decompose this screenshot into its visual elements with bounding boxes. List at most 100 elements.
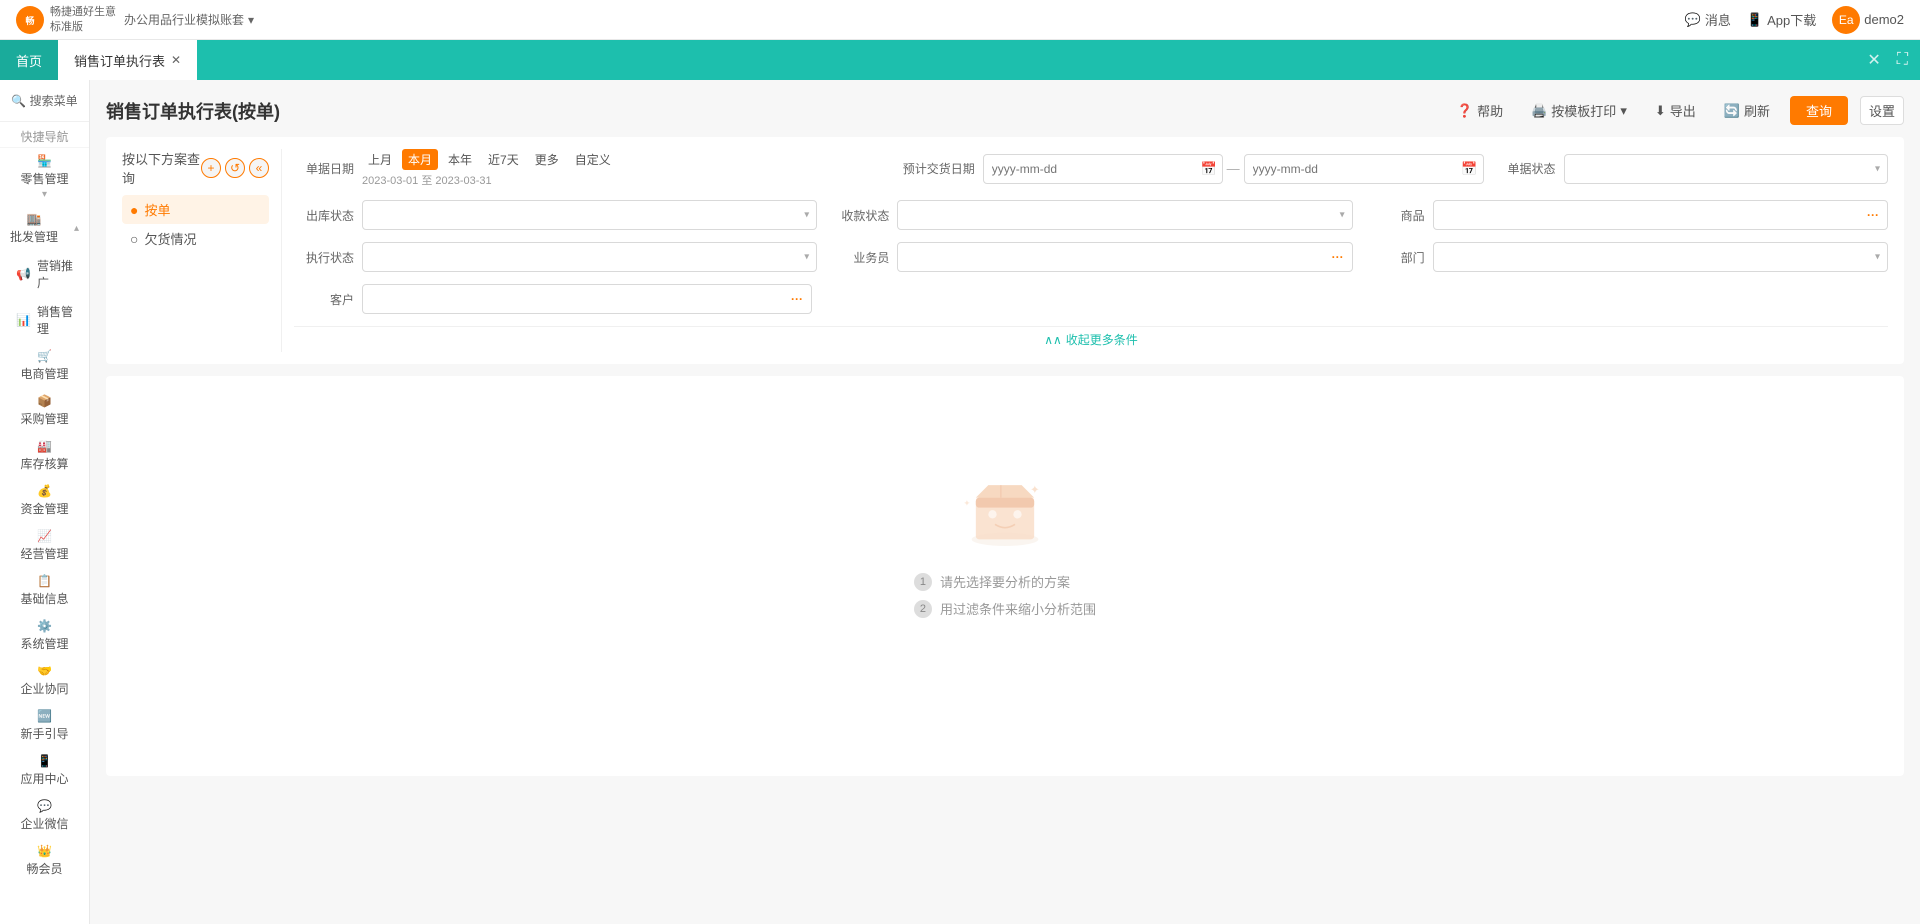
sidebar-item-sales[interactable]: 📊 销售管理 [0,297,89,343]
wholesale-expand-icon: ▴ [74,223,79,234]
filter-layout: 按以下方案查询 + ↺ « [122,149,1888,352]
empty-state: ✦ ✦ 1 请先选择要分析的方案 2 用过滤条件来缩小分析范围 [106,376,1904,698]
ecommerce-icon: 🛒 [37,349,52,363]
help-button[interactable]: ❓ 帮助 [1449,97,1511,124]
quick-date-last-month[interactable]: 上月 [362,149,398,170]
sidebar-item-enterprise-collab[interactable]: 🤝 企业协同 [0,658,89,703]
finance-icon: 💰 [37,484,52,498]
refresh-scheme-button[interactable]: ↺ [225,158,245,178]
date-separator: — [1227,161,1240,176]
payment-select[interactable] [897,200,1352,230]
sidebar-item-wholesale[interactable]: 🏬 批发管理 ▴ [0,206,89,251]
sidebar-item-app-center[interactable]: 📱 应用中心 [0,748,89,793]
export-icon: ⬇ [1655,103,1666,119]
date-range-display: 2023-03-01 至 2023-03-31 [362,172,883,188]
sidebar-item-marketing[interactable]: 📢 营销推广 [0,251,89,297]
filter-sidebar-header: 按以下方案查询 + ↺ « [122,149,269,187]
logo-text: 畅捷通好生意 标准版 [50,5,116,34]
nav-arrow-icon: ▾ [248,13,254,27]
expected-date-to-input[interactable] [1244,154,1484,184]
expected-date-label: 预计交货日期 [895,160,975,177]
inventory-icon: 🏭 [37,439,52,453]
tab-maximize-icon[interactable]: ⛶ [1893,47,1912,73]
quick-date-7days[interactable]: 近7天 [482,149,525,170]
nav-path[interactable]: 办公用品行业模拟账套 ▾ [124,11,254,28]
retail-expand-icon: ▾ [42,189,47,200]
sidebar-item-finance[interactable]: 💰 资金管理 [0,478,89,523]
exec-select[interactable] [362,242,817,272]
content-area: 销售订单执行表(按单) ❓ 帮助 🖨️ 按模板打印 ▾ ⬇ 导出 [90,80,1920,924]
goods-select-button[interactable]: ··· [1433,200,1888,230]
top-header: 畅 畅捷通好生意 标准版 办公用品行业模拟账套 ▾ 💬 消息 📱 App下载 E… [0,0,1920,40]
sidebar-item-system[interactable]: ⚙️ 系统管理 [0,613,89,658]
filter-payment-field: 收款状态 ▾ [829,200,1352,230]
add-scheme-button[interactable]: + [201,158,221,178]
collapse-bar[interactable]: ∧∧ 收起更多条件 [294,326,1888,352]
header-right: 💬 消息 📱 App下载 Ea demo2 [1685,6,1904,34]
sidebar-item-enterprise-wechat[interactable]: 💬 企业微信 [0,793,89,838]
scheme-active-icon: ● [130,202,138,218]
tab-home-label: 首页 [16,51,42,70]
expected-date-from-input[interactable] [983,154,1223,184]
wholesale-icon: 🏬 [27,212,42,226]
message-button[interactable]: 💬 消息 [1685,10,1731,29]
filter-row-3: 执行状态 ▾ 业务员 [294,242,1888,272]
sidebar-item-inventory[interactable]: 🏭 库存核算 [0,433,89,478]
payment-label: 收款状态 [829,207,889,224]
tab-home[interactable]: 首页 [0,40,58,80]
order-status-label: 单据状态 [1496,160,1556,177]
help-icon: ❓ [1457,103,1473,119]
sidebar-item-new-guide[interactable]: 🆕 新手引导 [0,703,89,748]
sidebar-item-purchase[interactable]: 📦 采购管理 [0,388,89,433]
print-arrow-icon: ▾ [1620,103,1627,119]
sidebar-item-operations[interactable]: 📈 经营管理 [0,523,89,568]
quick-date-this-month[interactable]: 本月 [402,149,438,170]
filter-order-status-field: 单据状态 ▾ [1496,154,1889,184]
sidebar-item-member[interactable]: 👑 畅会员 [0,838,89,883]
logo-icon: 畅 [16,6,44,34]
scheme-item-by-order[interactable]: ● 按单 [122,195,269,224]
template-print-button[interactable]: 🖨️ 按模板打印 ▾ [1523,97,1635,124]
exec-label: 执行状态 [294,249,354,266]
dept-select[interactable] [1433,242,1888,272]
collapse-up-icon: ∧∧ [1044,333,1062,347]
expected-date-to-wrap: 📅 [1244,154,1484,184]
tab-bar: 首页 销售订单执行表 ✕ ✕ ⛶ [0,40,1920,80]
quick-date-custom[interactable]: 自定义 [569,149,617,170]
tab-close-window-icon[interactable]: ✕ [1863,46,1884,74]
user-profile[interactable]: Ea demo2 [1832,6,1904,34]
app-download-button[interactable]: 📱 App下载 [1747,10,1816,29]
scheme-item-shortage[interactable]: ○ 欠货情况 [122,224,269,253]
logo-area: 畅 畅捷通好生意 标准版 [16,5,116,34]
payment-select-wrap: ▾ [897,200,1352,230]
sidebar-item-basic-info[interactable]: 📋 基础信息 [0,568,89,613]
sidebar-item-ecommerce[interactable]: 🛒 电商管理 [0,343,89,388]
collapse-scheme-button[interactable]: « [249,158,269,178]
order-status-select-wrap: ▾ [1564,154,1889,184]
filter-row-4: 客户 ··· [294,284,1888,314]
wechat-icon: 💬 [37,799,52,813]
refresh-button[interactable]: 🔄 刷新 [1716,97,1778,124]
order-status-select[interactable] [1564,154,1889,184]
filter-row-1: 单据日期 上月 本月 本年 近7天 更多 [294,149,1888,188]
settings-button[interactable]: 设置 [1860,96,1904,125]
main-layout: 🔍 搜索菜单 快捷导航 🏪 零售管理 ▾ 🏬 批发管理 ▴ 📢 营销推广 📊 [0,80,1920,924]
search-menu-button[interactable]: 🔍 搜索菜单 [8,88,81,113]
quick-date-more[interactable]: 更多 [529,149,565,170]
scheme-inactive-icon: ○ [130,231,138,247]
tab-close-icon[interactable]: ✕ [171,53,181,67]
salesperson-select-button[interactable]: ··· [897,242,1352,272]
filter-customer-field: 客户 ··· [294,284,812,314]
customer-label: 客户 [294,291,354,308]
tab-sales-order[interactable]: 销售订单执行表 ✕ [58,40,197,80]
query-button[interactable]: 查询 [1790,96,1848,125]
export-button[interactable]: ⬇ 导出 [1647,97,1704,124]
quick-date-this-year[interactable]: 本年 [442,149,478,170]
sidebar-item-retail[interactable]: 🏪 零售管理 ▾ [0,148,89,206]
exec-select-wrap: ▾ [362,242,817,272]
quick-nav-label: 快捷导航 [0,122,89,147]
expected-date-from-wrap: 📅 [983,154,1223,184]
delivery-select[interactable] [362,200,817,230]
customer-select-button[interactable]: ··· [362,284,812,314]
dept-label: 部门 [1365,249,1425,266]
